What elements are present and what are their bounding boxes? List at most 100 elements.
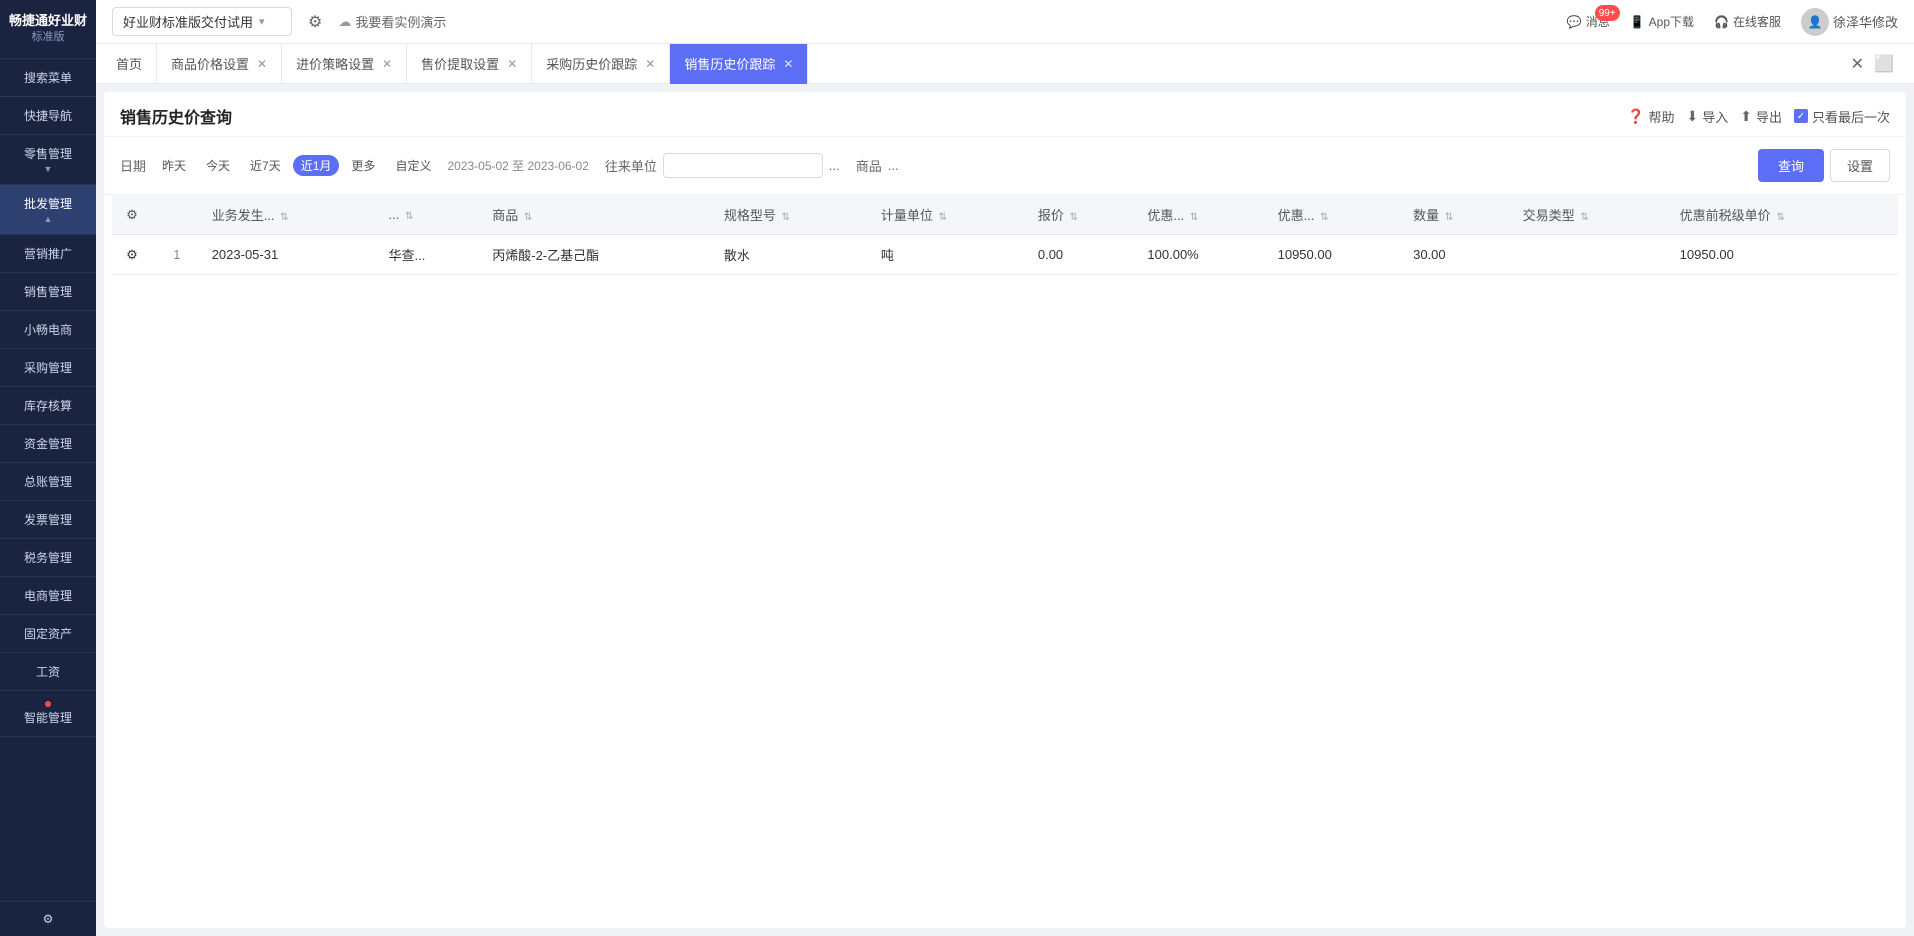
settings-gear-icon[interactable]: ⚙ [308,12,322,32]
date-opt-yesterday[interactable]: 昨天 [154,155,194,176]
date-filter-label: 日期 [120,156,146,175]
sidebar-item-ecommerce[interactable]: 电商管理 [0,577,96,615]
table-col-qty[interactable]: 数量 ⇅ [1403,195,1513,235]
sidebar-item-assets[interactable]: 固定资产 [0,615,96,653]
date-options: 昨天 今天 近7天 近1月 更多 自定义 [154,155,439,176]
table-col-gear[interactable]: ⚙ [112,195,152,235]
row-trans-type [1513,235,1670,275]
tab-purchase-history-close-icon[interactable]: ✕ [645,57,655,71]
date-opt-last7[interactable]: 近7天 [242,155,289,176]
tab-price[interactable]: 商品价格设置 ✕ [157,44,282,84]
sidebar-item-marketing[interactable]: 营销推广 [0,235,96,273]
sidebar-settings-button[interactable]: ⚙ [0,901,96,936]
company-filter-label: 往来单位 [605,156,657,175]
sidebar-item-smart[interactable]: 智能管理 [0,691,96,737]
import-button[interactable]: ⬇ 导入 [1686,107,1728,126]
message-button[interactable]: 💬 消息 99+ [1567,13,1610,30]
sidebar-item-ecommerce-small[interactable]: 小畅电商 [0,311,96,349]
tab-sales-history-label: 销售历史价跟踪 [684,54,775,73]
tab-price-close-icon[interactable]: ✕ [257,57,267,71]
tab-sale-extract-close-icon[interactable]: ✕ [507,57,517,71]
sort-icon-price[interactable]: ⇅ [1070,212,1078,223]
page-content: 销售历史价查询 ❓ 帮助 ⬇ 导入 ⬆ 导出 ✓ 只看最后一次 [104,92,1906,928]
tab-purchase-strategy[interactable]: 进价策略设置 ✕ [282,44,407,84]
main-content: 好业财标准版交付试用 ▾ ⚙ ☁ 我要看实例演示 💬 消息 99+ 📱 App下… [96,0,1914,936]
expand-icon[interactable]: ⬜ [1874,54,1894,74]
sidebar-item-wholesale[interactable]: 批发管理 [0,185,96,235]
sidebar-item-retail-label: 零售管理 [24,145,72,162]
sidebar-item-tax[interactable]: 税务管理 [0,539,96,577]
tab-home[interactable]: 首页 [108,44,157,84]
table-col-col3[interactable]: ... ⇅ [378,195,482,235]
date-opt-more[interactable]: 更多 [343,155,383,176]
table-col-price[interactable]: 报价 ⇅ [1028,195,1138,235]
row-unit: 吨 [871,235,1028,275]
tab-purchase-strategy-close-icon[interactable]: ✕ [382,57,392,71]
sidebar-item-ledger[interactable]: 总账管理 [0,463,96,501]
version-selector[interactable]: 好业财标准版交付试用 ▾ [112,7,292,36]
table-col-pretax-price[interactable]: 优惠前税级单价 ⇅ [1670,195,1898,235]
table-col-trans-type[interactable]: 交易类型 ⇅ [1513,195,1670,235]
sidebar-item-payroll[interactable]: 工资 [0,653,96,691]
sort-icon-spec[interactable]: ⇅ [781,212,789,223]
table-col-discount1[interactable]: 优惠... ⇅ [1137,195,1267,235]
query-button[interactable]: 查询 [1758,149,1824,182]
sidebar-item-wholesale-label: 批发管理 [24,195,72,212]
table-col-discount1-label: 优惠... [1147,208,1184,223]
table-col-discount2[interactable]: 优惠... ⇅ [1268,195,1403,235]
filter-bar: 日期 昨天 今天 近7天 近1月 更多 自定义 2023-05-02 至 202… [104,137,1906,195]
checkbox-checked-icon: ✓ [1794,109,1808,123]
sidebar-item-purchase-label: 采购管理 [24,359,72,376]
help-button[interactable]: ❓ 帮助 [1627,107,1674,126]
sort-icon-discount1[interactable]: ⇅ [1190,212,1198,223]
sidebar-item-purchase[interactable]: 采购管理 [0,349,96,387]
app-download-button[interactable]: 📱 App下载 [1630,13,1694,30]
smart-dot-icon [45,701,51,707]
sort-icon-trans-type[interactable]: ⇅ [1580,212,1588,223]
sidebar-item-ledger-label: 总账管理 [24,473,72,490]
sort-icon-discount2[interactable]: ⇅ [1320,212,1328,223]
sort-icon-qty[interactable]: ⇅ [1445,212,1453,223]
row-product: 丙烯酸-2-乙基己酯 [482,235,714,275]
table-col-unit[interactable]: 计量单位 ⇅ [871,195,1028,235]
company-dots-icon[interactable]: ... [829,158,840,173]
sort-icon-col3[interactable]: ⇅ [405,211,413,222]
tab-sales-history[interactable]: 销售历史价跟踪 ✕ [670,44,808,84]
demo-button[interactable]: ☁ 我要看实例演示 [338,12,446,31]
table-row[interactable]: ⚙ 1 2023-05-31 华查... 丙烯酸-2-乙基己酯 散水 吨 0.0… [112,235,1898,275]
tab-sale-extract[interactable]: 售价提取设置 ✕ [407,44,532,84]
date-opt-custom[interactable]: 自定义 [387,155,439,176]
online-service-button[interactable]: 🎧 在线客服 [1714,13,1781,30]
close-panel-icon[interactable]: ✕ [1851,54,1864,74]
product-dots-icon[interactable]: ... [888,158,899,173]
date-opt-today[interactable]: 今天 [198,155,238,176]
sort-icon-date[interactable]: ⇅ [280,212,288,223]
settings-filter-button[interactable]: 设置 [1830,149,1890,182]
sidebar-search-menu[interactable]: 搜索菜单 [0,59,96,97]
tab-purchase-history-label: 采购历史价跟踪 [546,54,637,73]
date-opt-last1month[interactable]: 近1月 [293,155,340,176]
sort-icon-unit[interactable]: ⇅ [938,212,946,223]
table-col-product[interactable]: 商品 ⇅ [482,195,714,235]
tab-sales-history-close-icon[interactable]: ✕ [783,57,793,71]
export-button[interactable]: ⬆ 导出 [1740,107,1782,126]
page-title: 销售历史价查询 [120,104,232,128]
row-date: 2023-05-31 [202,235,379,275]
sidebar-item-sales[interactable]: 销售管理 [0,273,96,311]
sidebar-item-finance[interactable]: 资金管理 [0,425,96,463]
table-col-date[interactable]: 业务发生... ⇅ [202,195,379,235]
table-col-spec[interactable]: 规格型号 ⇅ [714,195,871,235]
sort-icon-pretax[interactable]: ⇅ [1776,212,1784,223]
sidebar-item-inventory[interactable]: 库存核算 [0,387,96,425]
topbar-right: 💬 消息 99+ 📱 App下载 🎧 在线客服 👤 徐泽华修改 [1567,8,1898,36]
sidebar-item-retail[interactable]: 零售管理 [0,135,96,185]
sidebar-item-invoice[interactable]: 发票管理 [0,501,96,539]
sidebar-item-quick-nav[interactable]: 快捷导航 [0,97,96,135]
row-gear-icon[interactable]: ⚙ [112,235,152,275]
table-col-num [152,195,202,235]
only-last-checkbox[interactable]: ✓ 只看最后一次 [1794,107,1890,126]
user-menu[interactable]: 👤 徐泽华修改 [1801,8,1898,36]
company-input[interactable] [663,153,823,178]
sort-icon-product[interactable]: ⇅ [524,212,532,223]
tab-purchase-history[interactable]: 采购历史价跟踪 ✕ [532,44,670,84]
